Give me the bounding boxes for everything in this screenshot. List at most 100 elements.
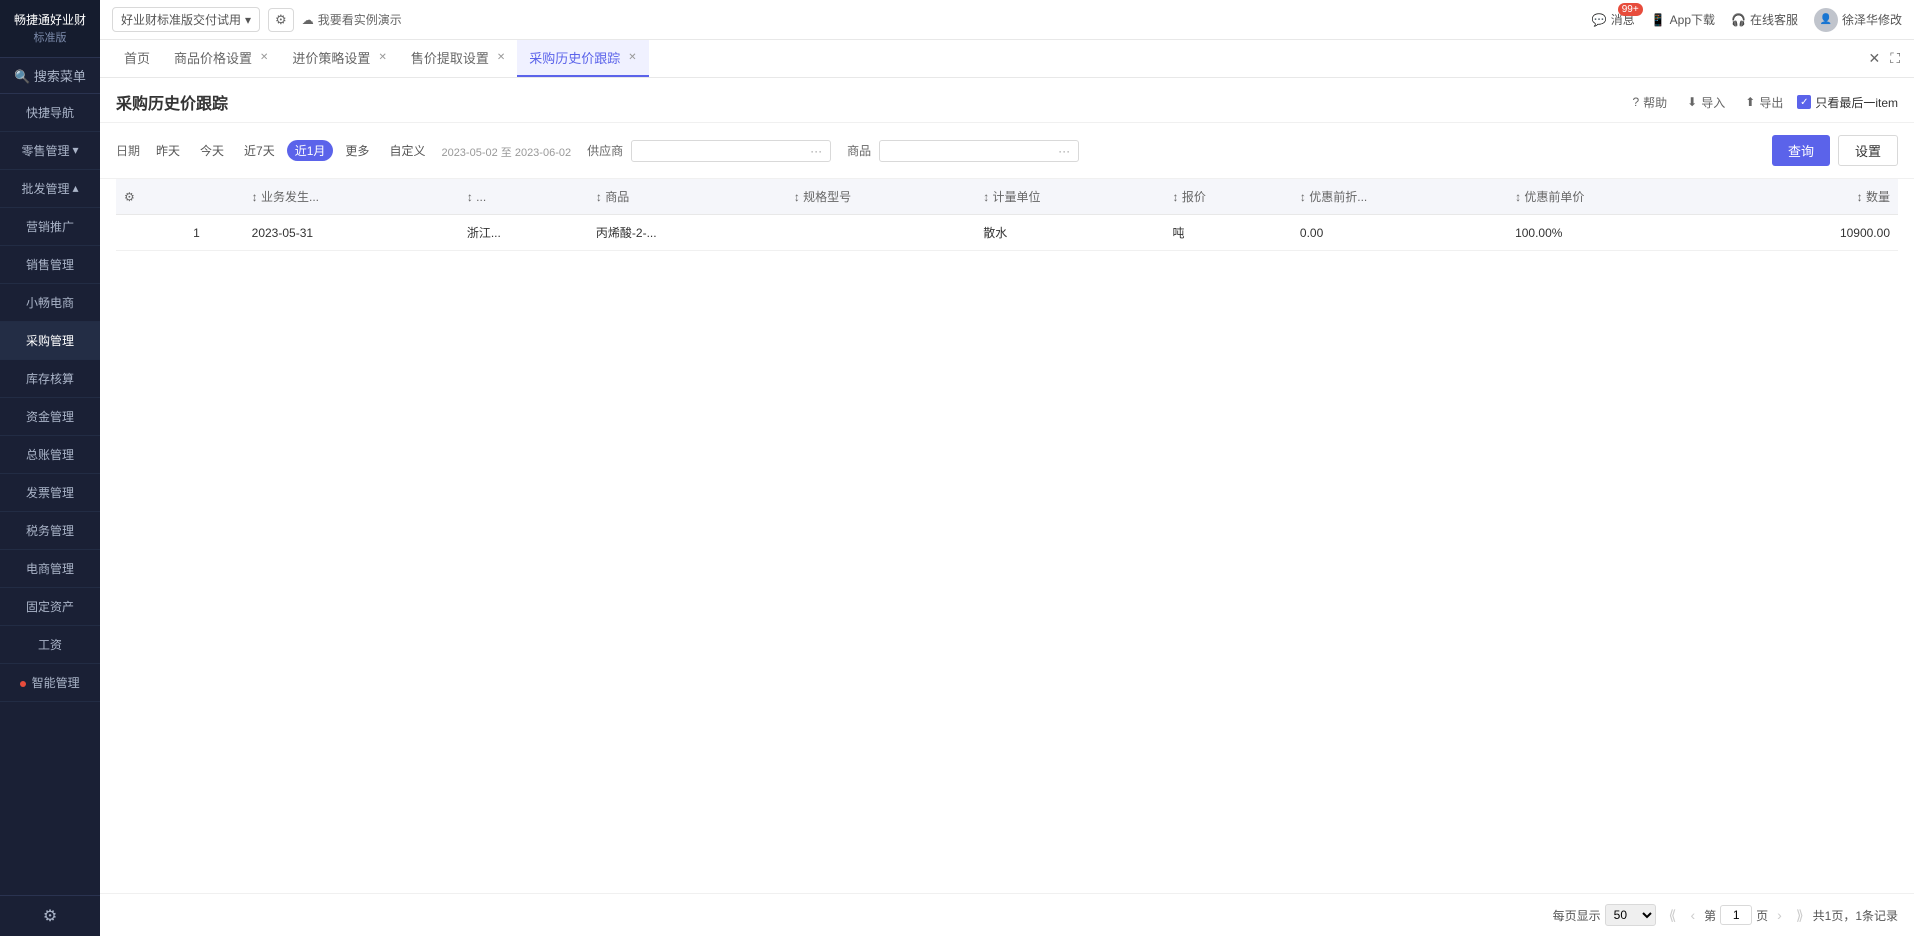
- help-btn[interactable]: ? 帮助: [1626, 91, 1673, 114]
- only-last-checkbox[interactable]: ✓ 只看最后一item: [1797, 94, 1898, 111]
- messages-btn[interactable]: 💬 消息 99+: [1592, 11, 1635, 28]
- sidebar-item-retail[interactable]: 零售管理 ▾: [0, 132, 100, 170]
- tab-price-settings-close[interactable]: ✕: [260, 52, 268, 63]
- sidebar-item-ecommerce-small[interactable]: 小畅电商: [0, 284, 100, 322]
- table-row: 1 2023-05-31 浙江... 丙烯酸-2-... 散水 吨 0.00 1…: [116, 215, 1898, 251]
- sidebar-item-ledger[interactable]: 总账管理: [0, 436, 100, 474]
- page-nav: ⟪ ‹ 第 页 › ⟫ 共1页，1条记录: [1664, 905, 1898, 926]
- td-spec: [786, 215, 975, 251]
- tab-purchase-history-close[interactable]: ✕: [628, 52, 636, 63]
- th-business-date[interactable]: ↕ 业务发生...: [244, 179, 459, 215]
- tab-purchase-price-close[interactable]: ✕: [378, 52, 386, 63]
- date-custom[interactable]: 自定义: [381, 140, 433, 161]
- page-input[interactable]: [1720, 905, 1752, 925]
- page-next-btn[interactable]: ›: [1772, 905, 1787, 925]
- th-quantity[interactable]: ↕ 数量: [1727, 179, 1898, 215]
- sidebar-quick-nav[interactable]: 快捷导航: [0, 94, 100, 132]
- th-settings[interactable]: ⚙: [116, 179, 185, 215]
- online-service-btn[interactable]: 🎧 在线客服: [1731, 11, 1798, 28]
- sidebar-item-ai[interactable]: 智能管理: [0, 664, 100, 702]
- import-btn[interactable]: ⬇ 导入: [1681, 91, 1731, 114]
- user-menu[interactable]: 👤 徐泽华修改: [1814, 8, 1902, 32]
- sidebar-item-sales[interactable]: 销售管理: [0, 246, 100, 284]
- demo-link-label: 我要看实例演示: [318, 11, 402, 28]
- page-last-btn[interactable]: ⟫: [1791, 905, 1809, 926]
- only-last-label: 只看最后一item: [1815, 94, 1898, 111]
- date-7days[interactable]: 近7天: [236, 140, 283, 161]
- cloud-icon: ☁: [302, 13, 314, 27]
- td-goods: 丙烯酸-2-...: [588, 215, 786, 251]
- page-label-post: 页: [1756, 907, 1768, 924]
- tabbar-close-btn[interactable]: ✕: [1866, 48, 1882, 69]
- chevron-down-icon: ▾: [245, 13, 251, 27]
- search-label: 搜索菜单: [34, 69, 86, 84]
- sidebar-item-finance[interactable]: 资金管理: [0, 398, 100, 436]
- date-label: 日期: [116, 142, 140, 159]
- date-1month[interactable]: 近1月: [287, 140, 334, 161]
- topbar: 好业财标准版交付试用 ▾ ⚙ ☁ 我要看实例演示 💬 消息 99+ 📱 App下…: [100, 0, 1914, 40]
- page-first-btn[interactable]: ⟪: [1664, 905, 1682, 926]
- finance-label: 资金管理: [26, 410, 74, 424]
- sidebar-item-ecommerce[interactable]: 电商管理: [0, 550, 100, 588]
- goods-filter: 商品 ···: [847, 140, 1079, 162]
- sidebar-item-wholesale[interactable]: 批发管理 ▴: [0, 170, 100, 208]
- export-btn[interactable]: ⬆ 导出: [1739, 91, 1789, 114]
- query-btn[interactable]: 查询: [1772, 135, 1830, 166]
- sidebar-item-inventory[interactable]: 库存核算: [0, 360, 100, 398]
- th-goods[interactable]: ↕ 商品: [588, 179, 786, 215]
- settings-icon[interactable]: ⚙: [43, 908, 57, 925]
- tab-price-settings[interactable]: 商品价格设置 ✕: [162, 40, 280, 77]
- tabbar-expand-btn[interactable]: ⛶: [1888, 48, 1902, 69]
- app-download-btn[interactable]: 📱 App下载: [1651, 11, 1715, 28]
- date-more[interactable]: 更多: [337, 140, 377, 161]
- online-service-label: 在线客服: [1750, 11, 1798, 28]
- tab-home[interactable]: 首页: [112, 40, 162, 77]
- salary-label: 工资: [38, 638, 62, 652]
- ledger-label: 总账管理: [26, 448, 74, 462]
- th-pre-discount-price[interactable]: ↕ 优惠前单价: [1507, 179, 1727, 215]
- settings-icon: ⚙: [275, 12, 287, 27]
- app-download-label: App下载: [1670, 11, 1715, 28]
- goods-dots[interactable]: ···: [1058, 144, 1070, 158]
- table-wrap: ⚙ ↕ 业务发生... ↕ ... ↕ 商品 ↕ 规格型号: [100, 179, 1914, 893]
- sidebar-item-invoice[interactable]: 发票管理: [0, 474, 100, 512]
- date-yesterday[interactable]: 昨天: [148, 140, 188, 161]
- export-label: 导出: [1759, 94, 1783, 111]
- demo-link[interactable]: ☁ 我要看实例演示: [302, 11, 402, 28]
- tab-sale-price-close[interactable]: ✕: [497, 52, 505, 63]
- sidebar-item-assets[interactable]: 固定资产: [0, 588, 100, 626]
- ecommerce-small-label: 小畅电商: [26, 296, 74, 310]
- tab-purchase-price[interactable]: 进价策略设置 ✕: [280, 40, 398, 77]
- help-label: 帮助: [1643, 94, 1667, 111]
- version-label: 好业财标准版交付试用: [121, 11, 241, 28]
- quick-nav-label: 快捷导航: [26, 106, 74, 120]
- th-spec[interactable]: ↕ 规格型号: [786, 179, 975, 215]
- supplier-dots[interactable]: ···: [810, 144, 822, 158]
- tab-sale-price[interactable]: 售价提取设置 ✕: [399, 40, 517, 77]
- ecommerce-label: 电商管理: [26, 562, 74, 576]
- sidebar-search[interactable]: 🔍 搜索菜单: [0, 58, 100, 94]
- sidebar-item-salary[interactable]: 工资: [0, 626, 100, 664]
- th-extra[interactable]: ↕ ...: [459, 179, 588, 215]
- per-page-select[interactable]: 50 100 200: [1605, 904, 1656, 926]
- topbar-settings-btn[interactable]: ⚙: [268, 8, 294, 32]
- th-quote[interactable]: ↕ 报价: [1165, 179, 1292, 215]
- version-selector[interactable]: 好业财标准版交付试用 ▾: [112, 7, 260, 32]
- goods-label: 商品: [847, 142, 871, 159]
- goods-input[interactable]: [888, 144, 1054, 158]
- supplier-input[interactable]: [640, 144, 806, 158]
- settings-icon: ⚙: [124, 190, 135, 204]
- th-unit[interactable]: ↕ 计量单位: [975, 179, 1164, 215]
- sidebar-item-tax[interactable]: 税务管理: [0, 512, 100, 550]
- settings-btn[interactable]: 设置: [1838, 135, 1898, 166]
- tab-sale-price-label: 售价提取设置: [411, 48, 489, 67]
- tab-purchase-history[interactable]: 采购历史价跟踪 ✕: [517, 40, 648, 77]
- page-prev-btn[interactable]: ‹: [1685, 905, 1700, 925]
- sidebar-item-purchase[interactable]: 采购管理: [0, 322, 100, 360]
- goods-input-wrap: ···: [879, 140, 1079, 162]
- purchase-label: 采购管理: [26, 334, 74, 348]
- date-today[interactable]: 今天: [192, 140, 232, 161]
- sidebar-item-marketing[interactable]: 营销推广: [0, 208, 100, 246]
- search-icon: 🔍: [14, 69, 30, 84]
- th-discount[interactable]: ↕ 优惠前折...: [1292, 179, 1507, 215]
